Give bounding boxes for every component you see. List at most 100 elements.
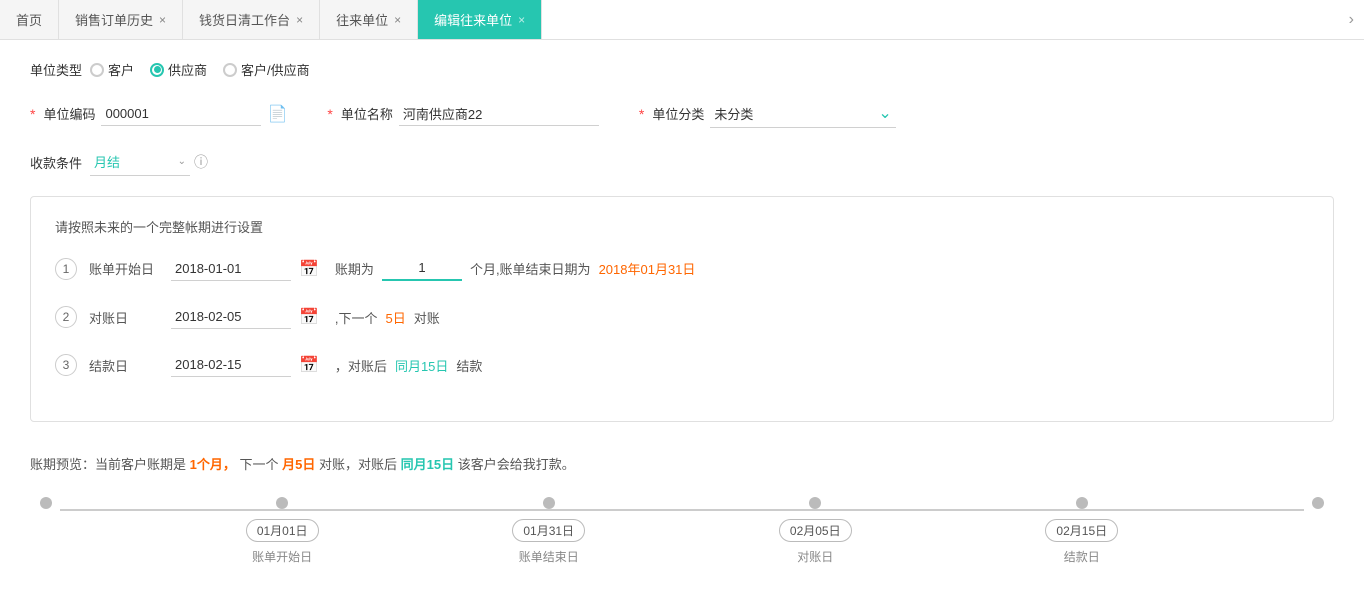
dropdown-arrow-icon: ⌄ bbox=[878, 103, 891, 123]
step-row-2: 2 对账日 📅 ,下一个 5日 对账 bbox=[55, 305, 1309, 329]
step-suffix-3: 结款 bbox=[456, 356, 482, 375]
step-number-2: 2 bbox=[55, 306, 77, 328]
tl-badge-3: 02月05日 bbox=[779, 519, 852, 542]
step-date-input-2[interactable] bbox=[171, 305, 291, 329]
radio-both[interactable]: 客户/供应商 bbox=[223, 60, 310, 79]
cal-icon-1[interactable]: 📅 bbox=[299, 259, 319, 279]
preview-day-highlight: 月5日 bbox=[282, 457, 315, 472]
timeline-point-2: 01月31日 账单结束日 bbox=[512, 497, 585, 565]
tab-bar: 首页 销售订单历史 × 钱货日清工作台 × 往来单位 × 编辑往来单位 × › bbox=[0, 0, 1364, 40]
radio-circle-both bbox=[223, 63, 237, 77]
unit-type-label: 单位类型 bbox=[30, 60, 82, 79]
unit-name-group: * 单位名称 bbox=[327, 102, 598, 126]
step-mid-text-1: 账期为 bbox=[335, 259, 374, 278]
radio-supplier[interactable]: 供应商 bbox=[150, 60, 207, 79]
period-input-1[interactable] bbox=[382, 256, 462, 281]
unit-code-input[interactable] bbox=[101, 102, 261, 126]
tab-partner[interactable]: 往来单位 × bbox=[320, 0, 418, 39]
cal-icon-3[interactable]: 📅 bbox=[299, 355, 319, 375]
step-prefix-3: ，对账后 bbox=[335, 356, 387, 375]
tab-edit-partner[interactable]: 编辑往来单位 × bbox=[418, 0, 542, 39]
tab-cash-work[interactable]: 钱货日清工作台 × bbox=[183, 0, 320, 39]
tab-close-icon[interactable]: × bbox=[296, 13, 303, 27]
tab-label: 往来单位 bbox=[336, 10, 388, 29]
payment-terms-value: 月结 bbox=[94, 152, 174, 171]
preview-label: 账期预览：当前客户账期是 bbox=[30, 457, 186, 472]
preview-text3: 对账，对账后 bbox=[319, 457, 397, 472]
payment-terms-row: 收款条件 月结 ⌄ ⓘ bbox=[30, 148, 1334, 176]
preview-text4: 该客户会给我打款。 bbox=[458, 457, 575, 472]
unit-category-group: * 单位分类 未分类 ⌄ bbox=[639, 99, 896, 128]
radio-label-supplier: 供应商 bbox=[168, 60, 207, 79]
tl-dot-4 bbox=[1076, 497, 1088, 509]
tl-dot-end bbox=[1312, 497, 1324, 509]
timeline-nodes: 01月01日 账单开始日 01月31日 账单结束日 02月05日 对账日 bbox=[40, 497, 1324, 565]
radio-circle-supplier bbox=[150, 63, 164, 77]
preview-section: 账期预览：当前客户账期是 1个月， 下一个 月5日 对账，对账后 同月15日 该… bbox=[30, 438, 1334, 565]
required-star: * bbox=[327, 106, 332, 122]
payment-terms-dropdown[interactable]: 月结 ⌄ bbox=[90, 148, 190, 176]
tl-desc-1: 账单开始日 bbox=[252, 548, 312, 565]
cal-icon-2[interactable]: 📅 bbox=[299, 307, 319, 327]
tl-dot-3 bbox=[809, 497, 821, 509]
step-day-highlight-3: 同月15日 bbox=[395, 356, 448, 375]
tab-close-icon[interactable]: × bbox=[394, 13, 401, 27]
step-suffix-2: 对账 bbox=[414, 308, 440, 327]
tab-label: 销售订单历史 bbox=[75, 10, 153, 29]
tab-more-button[interactable]: › bbox=[1339, 0, 1364, 39]
unit-name-label: 单位名称 bbox=[341, 104, 393, 123]
step-label-1: 账单开始日 bbox=[89, 259, 159, 278]
step-day-highlight-2: 5日 bbox=[386, 308, 406, 327]
unit-name-input[interactable] bbox=[399, 102, 599, 126]
step-date-input-1[interactable] bbox=[171, 257, 291, 281]
unit-category-dropdown[interactable]: 未分类 ⌄ bbox=[710, 99, 895, 128]
help-icon[interactable]: ⓘ bbox=[194, 152, 208, 172]
tab-label: 编辑往来单位 bbox=[434, 10, 512, 29]
tab-sales-history[interactable]: 销售订单历史 × bbox=[59, 0, 183, 39]
tl-badge-1: 01月01日 bbox=[246, 519, 319, 542]
radio-label-both: 客户/供应商 bbox=[241, 60, 310, 79]
unit-code-group: * 单位编码 📄 bbox=[30, 102, 287, 126]
timeline-wrapper: 01月01日 账单开始日 01月31日 账单结束日 02月05日 对账日 bbox=[30, 497, 1334, 565]
card-title: 请按照未来的一个完整帐期进行设置 bbox=[55, 217, 1309, 236]
step-label-3: 结款日 bbox=[89, 356, 159, 375]
tab-close-icon[interactable]: × bbox=[159, 13, 166, 27]
step-number-1: 1 bbox=[55, 258, 77, 280]
dropdown-arrow-icon: ⌄ bbox=[178, 156, 186, 167]
radio-group: 客户 供应商 客户/供应商 bbox=[90, 60, 310, 79]
radio-customer[interactable]: 客户 bbox=[90, 60, 134, 79]
unit-code-label: 单位编码 bbox=[43, 104, 95, 123]
unit-category-value: 未分类 bbox=[714, 104, 874, 123]
preview-period-highlight: 1个月， bbox=[190, 457, 236, 472]
payment-terms-label: 收款条件 bbox=[30, 153, 82, 172]
tl-badge-2: 01月31日 bbox=[512, 519, 585, 542]
tl-dot-2 bbox=[543, 497, 555, 509]
required-star: * bbox=[30, 106, 35, 122]
tab-home[interactable]: 首页 bbox=[0, 0, 59, 39]
step-date-input-3[interactable] bbox=[171, 353, 291, 377]
tl-desc-2: 账单结束日 bbox=[519, 548, 579, 565]
step-label-2: 对账日 bbox=[89, 308, 159, 327]
preview-day-highlight2: 同月15日 bbox=[401, 457, 454, 472]
preview-text2: 下一个 bbox=[240, 457, 279, 472]
unit-type-row: 单位类型 客户 供应商 客户/供应商 bbox=[30, 60, 1334, 79]
step-number-3: 3 bbox=[55, 354, 77, 376]
tab-close-icon[interactable]: × bbox=[518, 13, 525, 27]
timeline-point-3: 02月05日 对账日 bbox=[779, 497, 852, 565]
preview-text: 账期预览：当前客户账期是 1个月， 下一个 月5日 对账，对账后 同月15日 该… bbox=[30, 454, 1334, 473]
step-prefix-2: ,下一个 bbox=[335, 308, 378, 327]
step-row-1: 1 账单开始日 📅 账期为 个月,账单结束日期为 2018年01月31日 bbox=[55, 256, 1309, 281]
tl-desc-4: 结款日 bbox=[1064, 548, 1100, 565]
tab-label: 钱货日清工作台 bbox=[199, 10, 290, 29]
timeline-start-dot bbox=[40, 497, 52, 519]
radio-label-customer: 客户 bbox=[108, 60, 134, 79]
timeline-end-dot bbox=[1312, 497, 1324, 519]
settings-card: 请按照未来的一个完整帐期进行设置 1 账单开始日 📅 账期为 个月,账单结束日期… bbox=[30, 196, 1334, 422]
tl-dot-start bbox=[40, 497, 52, 509]
tl-desc-3: 对账日 bbox=[797, 548, 833, 565]
unit-code-icon[interactable]: 📄 bbox=[267, 104, 287, 124]
main-content: 单位类型 客户 供应商 客户/供应商 * 单位编码 📄 * bbox=[0, 40, 1364, 608]
tl-dot-1 bbox=[276, 497, 288, 509]
step-row-3: 3 结款日 📅 ，对账后 同月15日 结款 bbox=[55, 353, 1309, 377]
step-end-date-1: 2018年01月31日 bbox=[599, 259, 696, 278]
